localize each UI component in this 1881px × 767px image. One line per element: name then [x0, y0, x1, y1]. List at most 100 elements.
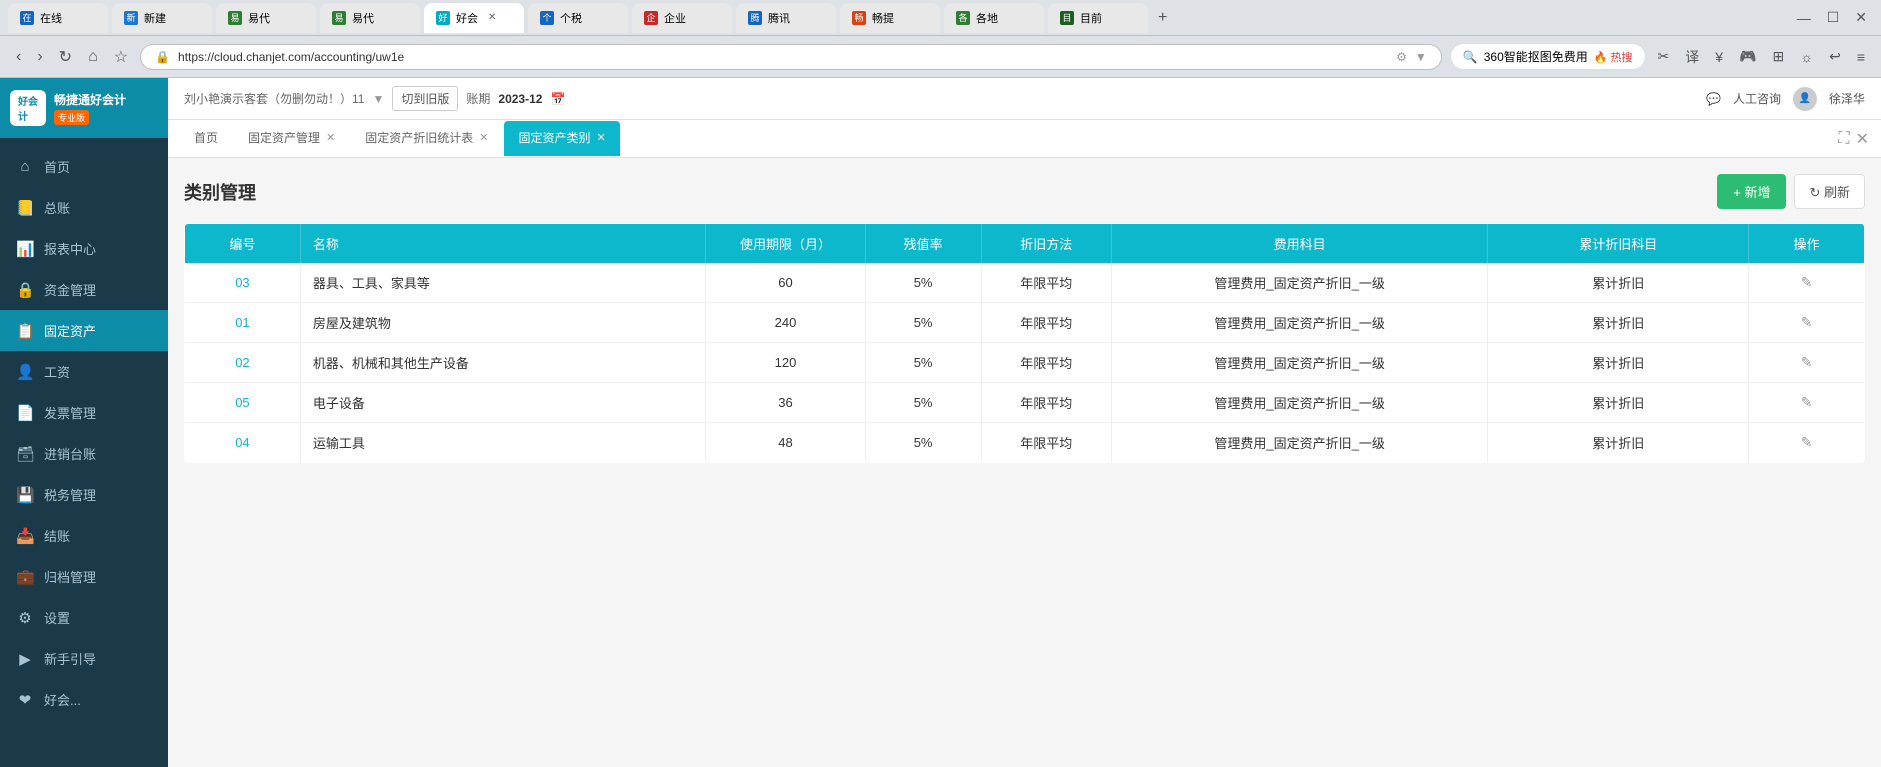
tab-label-2: 新建	[144, 10, 166, 26]
archive-icon: 💼	[16, 568, 34, 586]
sidebar-item-ledger[interactable]: 📒 总账	[0, 187, 168, 228]
expand-icon[interactable]: ▼	[1415, 50, 1427, 64]
app-header-left: 刘小艳演示客套（勿删勿动！）11 ▼ 切到旧版 账期 2023-12 📅	[184, 86, 565, 111]
calendar-icon[interactable]: 📅	[550, 92, 565, 106]
service-label[interactable]: 人工咨询	[1733, 90, 1781, 107]
browser-tab-11[interactable]: 目 目前	[1048, 3, 1148, 33]
edit-button-4[interactable]: ✎	[1801, 434, 1813, 450]
tab-favicon-7: 企	[644, 11, 658, 25]
undo-icon[interactable]: ↩	[1825, 44, 1845, 69]
new-tab-button[interactable]: +	[1152, 7, 1173, 29]
hot-label: 🔥 热搜	[1594, 49, 1633, 65]
browser-tab-8[interactable]: 腾 腾讯	[736, 3, 836, 33]
browser-tab-3[interactable]: 易 易代	[216, 3, 316, 33]
cell-method-1: 年限平均	[981, 303, 1111, 343]
edit-button-2[interactable]: ✎	[1801, 354, 1813, 370]
sidebar-item-fund[interactable]: 🔒 资金管理	[0, 269, 168, 310]
close-window-button[interactable]: ✕	[1849, 7, 1873, 28]
minimize-button[interactable]: —	[1791, 8, 1817, 28]
sidebar-item-guide[interactable]: ▶ 新手引导	[0, 638, 168, 679]
tab-depreciation-label: 固定资产折旧统计表	[365, 129, 473, 146]
game-icon[interactable]: 🎮	[1735, 44, 1760, 69]
reload-button[interactable]: ↻	[55, 43, 76, 71]
cell-action-1: ✎	[1749, 303, 1865, 343]
browser-tab-1[interactable]: 在 在线	[8, 3, 108, 33]
cell-accum-1: 累计折旧	[1488, 303, 1749, 343]
refresh-button[interactable]: ↻ 刷新	[1794, 174, 1865, 209]
home-button[interactable]: ⌂	[84, 44, 102, 70]
sidebar-item-more[interactable]: ❤ 好会...	[0, 679, 168, 720]
translate-icon[interactable]: 译	[1681, 43, 1703, 71]
sidebar-item-tax[interactable]: 💾 税务管理	[0, 474, 168, 515]
browser-tab-close-5[interactable]: ✕	[488, 12, 496, 23]
logo-badge: 专业版	[54, 110, 89, 125]
sidebar-item-archive[interactable]: 💼 归档管理	[0, 556, 168, 597]
cell-period-0: 60	[706, 263, 865, 303]
cell-residual-0: 5%	[865, 263, 981, 303]
theme-icon[interactable]: ☼	[1796, 45, 1817, 69]
purchase-sale-icon: 🗃	[16, 445, 34, 463]
cell-name-3: 电子设备	[300, 383, 706, 423]
grid-icon[interactable]: ⊞	[1769, 44, 1789, 69]
tab-category[interactable]: 固定资产类别 ✕	[504, 121, 619, 156]
sidebar-item-invoice[interactable]: 📄 发票管理	[0, 392, 168, 433]
tab-depreciation-close[interactable]: ✕	[479, 131, 488, 144]
tab-home[interactable]: 首页	[180, 121, 232, 156]
bookmark-button[interactable]: ☆	[110, 43, 132, 71]
browser-tab-10[interactable]: 各 各地	[944, 3, 1044, 33]
cut-icon[interactable]: ✂	[1654, 44, 1674, 69]
dropdown-icon[interactable]: ▼	[372, 92, 384, 106]
tab-favicon-11: 目	[1060, 11, 1074, 25]
tab-category-close[interactable]: ✕	[597, 131, 606, 144]
tab-favicon-8: 腾	[748, 11, 762, 25]
browser-tab-6[interactable]: 个 个税	[528, 3, 628, 33]
edit-button-3[interactable]: ✎	[1801, 394, 1813, 410]
tab-depreciation[interactable]: 固定资产折旧统计表 ✕	[351, 121, 502, 156]
tab-category-label: 固定资产类别	[518, 129, 590, 146]
sidebar-item-label-checkout: 结账	[44, 526, 70, 545]
sidebar-item-payroll[interactable]: 👤 工资	[0, 351, 168, 392]
tab-fixed-mgmt[interactable]: 固定资产管理 ✕	[234, 121, 349, 156]
browser-tab-5[interactable]: 好 好会 ✕	[424, 3, 524, 33]
switch-version-button[interactable]: 切到旧版	[392, 86, 458, 111]
sidebar-item-fixed-asset[interactable]: 📋 固定资产	[0, 310, 168, 351]
search-box[interactable]: 🔍 360智能抠图免费用 🔥 热搜	[1450, 43, 1646, 70]
browser-tab-9[interactable]: 畅 畅提	[840, 3, 940, 33]
browser-tab-4[interactable]: 易 易代	[320, 3, 420, 33]
sidebar-item-label-report: 报表中心	[44, 239, 96, 258]
edit-button-0[interactable]: ✎	[1801, 274, 1813, 290]
add-button[interactable]: + 新增	[1717, 174, 1786, 209]
cell-period-2: 120	[706, 343, 865, 383]
sidebar-item-label-fund: 资金管理	[44, 280, 96, 299]
tab-home-label: 首页	[194, 129, 218, 146]
browser-tab-2[interactable]: 新 新建	[112, 3, 212, 33]
tab-fixed-mgmt-close[interactable]: ✕	[326, 131, 335, 144]
tab-favicon-2: 新	[124, 11, 138, 25]
cell-name-1: 房屋及建筑物	[300, 303, 706, 343]
address-bar[interactable]: 🔒 https://cloud.chanjet.com/accounting/u…	[140, 44, 1442, 70]
tab-favicon-5: 好	[436, 11, 450, 25]
table-row: 01 房屋及建筑物 240 5% 年限平均 管理费用_固定资产折旧_一级 累计折…	[185, 303, 1865, 343]
sidebar-item-home[interactable]: ⌂ 首页	[0, 146, 168, 187]
cell-expense-1: 管理费用_固定资产折旧_一级	[1111, 303, 1488, 343]
table-row: 02 机器、机械和其他生产设备 120 5% 年限平均 管理费用_固定资产折旧_…	[185, 343, 1865, 383]
cell-code-0: 03	[185, 263, 301, 303]
close-panel-icon[interactable]: ✕	[1856, 129, 1869, 149]
menu-icon[interactable]: ≡	[1853, 45, 1869, 69]
home-icon: ⌂	[16, 158, 34, 175]
main-content: 刘小艳演示客套（勿删勿动！）11 ▼ 切到旧版 账期 2023-12 📅 💬 人…	[168, 78, 1881, 767]
wallet-icon[interactable]: ¥	[1711, 45, 1727, 69]
forward-button[interactable]: ›	[33, 44, 46, 70]
maximize-button[interactable]: ☐	[1821, 7, 1846, 28]
fixed-asset-icon: 📋	[16, 322, 34, 340]
sidebar-item-report[interactable]: 📊 报表中心	[0, 228, 168, 269]
edit-button-1[interactable]: ✎	[1801, 314, 1813, 330]
sidebar-item-purchase-sale[interactable]: 🗃 进销台账	[0, 433, 168, 474]
site-settings-icon[interactable]: ⚙	[1396, 50, 1407, 64]
fullscreen-icon[interactable]: ⛶	[1838, 130, 1849, 148]
browser-tab-7[interactable]: 企 企业	[632, 3, 732, 33]
period-label: 账期	[466, 90, 490, 107]
sidebar-item-checkout[interactable]: 📥 结账	[0, 515, 168, 556]
sidebar-item-settings[interactable]: ⚙ 设置	[0, 597, 168, 638]
back-button[interactable]: ‹	[12, 44, 25, 70]
